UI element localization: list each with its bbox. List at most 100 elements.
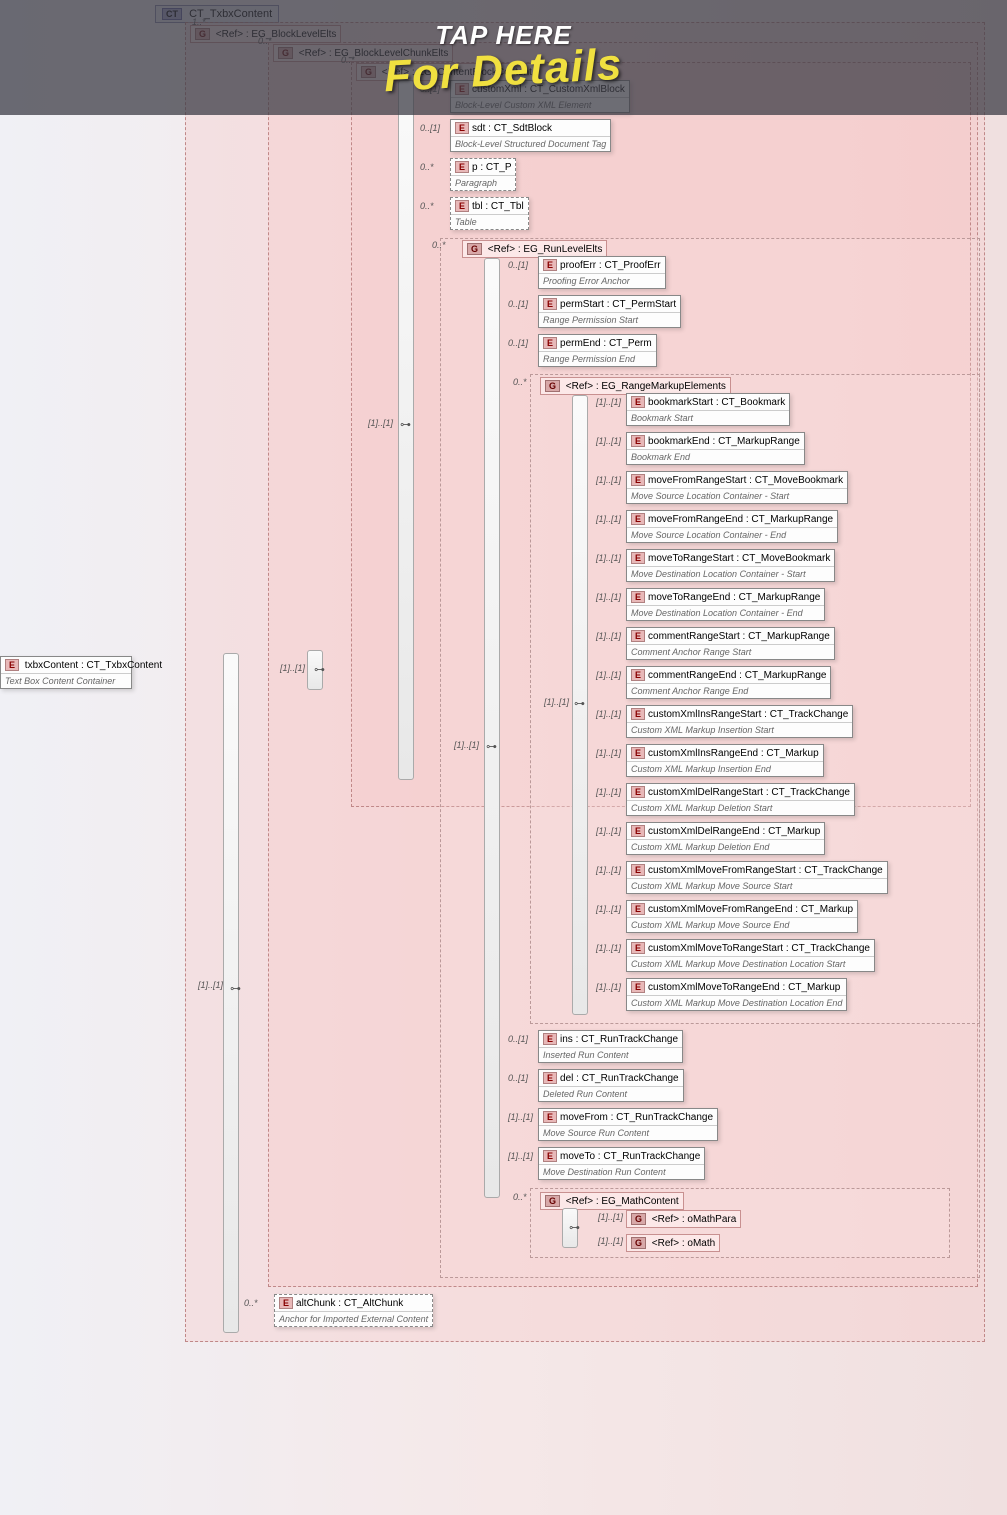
e-badge-icon: E: [279, 1297, 293, 1309]
element-ins[interactable]: Eins : CT_RunTrackChangeInserted Run Con…: [538, 1030, 683, 1063]
cardinality: [1]..[1]: [596, 397, 621, 407]
cardinality: [1]..[1]: [598, 1236, 623, 1246]
element-desc: Table: [451, 215, 528, 229]
element-type: CT_MoveBookmark: [742, 553, 830, 564]
txbxcontent-box[interactable]: E txbxContent : CT_TxbxContent Text Box …: [0, 656, 132, 689]
element-desc: Move Source Location Container - End: [627, 528, 837, 542]
element-bookmarkEnd[interactable]: EbookmarkEnd : CT_MarkupRangeBookmark En…: [626, 432, 805, 465]
cardinality: [1]..[1]: [596, 865, 621, 875]
e-badge-icon: E: [455, 122, 469, 134]
e-badge-icon: E: [543, 1150, 557, 1162]
cardinality: 0..[1]: [420, 123, 440, 133]
group-mathcontent[interactable]: G <Ref> : EG_MathContent: [540, 1192, 684, 1210]
element-type: CT_AltChunk: [344, 1298, 403, 1309]
element-moveFromRangeEnd[interactable]: EmoveFromRangeEnd : CT_MarkupRangeMove S…: [626, 510, 838, 543]
element-customXmlMoveFromRangeStart[interactable]: EcustomXmlMoveFromRangeStart : CT_TrackC…: [626, 861, 888, 894]
cardinality: [1]..[1]: [596, 709, 621, 719]
e-badge-icon: E: [631, 981, 645, 993]
element-desc: Range Permission End: [539, 352, 656, 366]
element-desc: Custom XML Markup Move Destination Locat…: [627, 957, 874, 971]
element-desc: Bookmark Start: [627, 411, 789, 425]
element-desc: Anchor for Imported External Content: [275, 1312, 432, 1326]
element-type: CT_Markup: [788, 982, 840, 993]
element-tbl[interactable]: Etbl : CT_TblTable: [450, 197, 529, 230]
element-bookmarkStart[interactable]: EbookmarkStart : CT_BookmarkBookmark Sta…: [626, 393, 790, 426]
group-ref-label: <Ref>: [299, 48, 326, 59]
cardinality: 1..*: [192, 17, 206, 27]
group-blocklevelchunkelts[interactable]: G <Ref> : EG_BlockLevelChunkElts: [273, 44, 453, 62]
element-permEnd[interactable]: EpermEnd : CT_PermRange Permission End: [538, 334, 657, 367]
element-desc: Move Source Run Content: [539, 1126, 717, 1140]
element-name: customXmlInsRangeEnd: [648, 748, 758, 759]
cardinality: [1]..[1]: [596, 904, 621, 914]
element-name: sdt: [472, 123, 485, 134]
cardinality: 0..[1]: [508, 260, 528, 270]
element-commentRangeEnd[interactable]: EcommentRangeEnd : CT_MarkupRangeComment…: [626, 666, 831, 699]
element-type: CT_RunTrackChange: [616, 1112, 713, 1123]
group-contentblockcontent[interactable]: G <Ref> : EG_ContentBlockContent: [356, 63, 537, 81]
group-ref-label: <Ref>: [652, 1214, 679, 1225]
element-name: customXmlMoveFromRangeStart: [648, 865, 796, 876]
element-proofErr[interactable]: EproofErr : CT_ProofErrProofing Error An…: [538, 256, 666, 289]
group-type: EG_RangeMarkupElements: [601, 381, 726, 392]
group-ref-label: <Ref>: [216, 29, 243, 40]
cardinality: [1]..[1]: [596, 787, 621, 797]
element-commentRangeStart[interactable]: EcommentRangeStart : CT_MarkupRangeComme…: [626, 627, 835, 660]
element-del[interactable]: Edel : CT_RunTrackChangeDeleted Run Cont…: [538, 1069, 684, 1102]
cardinality: [1]..[1]: [280, 663, 305, 673]
element-customXmlMoveFromRangeEnd[interactable]: EcustomXmlMoveFromRangeEnd : CT_MarkupCu…: [626, 900, 858, 933]
cardinality: [1]..[1]: [596, 436, 621, 446]
element-moveFrom[interactable]: EmoveFrom : CT_RunTrackChangeMove Source…: [538, 1108, 718, 1141]
cardinality: 0..*: [513, 1192, 527, 1202]
element-name: moveToRangeEnd: [648, 592, 730, 603]
element-moveToRangeStart[interactable]: EmoveToRangeStart : CT_MoveBookmarkMove …: [626, 549, 835, 582]
element-desc: Bookmark End: [627, 450, 804, 464]
element-name: moveTo: [560, 1151, 595, 1162]
element-customXml[interactable]: EcustomXml : CT_CustomXmlBlockBlock-Leve…: [450, 80, 630, 113]
element-type: CT_TrackChange: [804, 865, 883, 876]
element-name: altChunk: [296, 1298, 335, 1309]
element-desc: Custom XML Markup Deletion End: [627, 840, 824, 854]
element-name: moveFromRangeEnd: [648, 514, 743, 525]
group-type: oMathPara: [687, 1214, 736, 1225]
cardinality: 0..*: [258, 36, 272, 46]
element-sdt[interactable]: Esdt : CT_SdtBlockBlock-Level Structured…: [450, 119, 611, 152]
element-moveTo[interactable]: EmoveTo : CT_RunTrackChangeMove Destinat…: [538, 1147, 705, 1180]
element-desc: Block-Level Structured Document Tag: [451, 137, 610, 151]
element-permStart[interactable]: EpermStart : CT_PermStartRange Permissio…: [538, 295, 681, 328]
element-type: CT_MarkupRange: [751, 514, 833, 525]
element-type: CT_SdtBlock: [494, 123, 552, 134]
element-name: bookmarkEnd: [648, 436, 710, 447]
group-ref-label: <Ref>: [566, 1196, 593, 1207]
element-name: txbxContent: [25, 660, 78, 671]
element-altChunk[interactable]: EaltChunk : CT_AltChunkAnchor for Import…: [274, 1294, 433, 1327]
element-moveToRangeEnd[interactable]: EmoveToRangeEnd : CT_MarkupRangeMove Des…: [626, 588, 825, 621]
element-name: customXmlMoveToRangeEnd: [648, 982, 780, 993]
element-desc: Custom XML Markup Move Destination Locat…: [627, 996, 846, 1010]
group-omath[interactable]: G <Ref> : oMath: [626, 1234, 720, 1252]
group-omathpara[interactable]: G <Ref> : oMathPara: [626, 1210, 741, 1228]
e-badge-icon: E: [631, 669, 645, 681]
element-p[interactable]: Ep : CT_PParagraph: [450, 158, 516, 191]
element-customXmlMoveToRangeStart[interactable]: EcustomXmlMoveToRangeStart : CT_TrackCha…: [626, 939, 875, 972]
element-customXmlInsRangeEnd[interactable]: EcustomXmlInsRangeEnd : CT_MarkupCustom …: [626, 744, 824, 777]
complex-type-header[interactable]: CT CT_TxbxContent: [155, 5, 279, 23]
element-customXmlInsRangeStart[interactable]: EcustomXmlInsRangeStart : CT_TrackChange…: [626, 705, 853, 738]
element-type: CT_RunTrackChange: [582, 1073, 679, 1084]
cardinality: 0..[1]: [420, 84, 440, 94]
cardinality: [1]..[1]: [596, 982, 621, 992]
g-badge-icon: G: [631, 1213, 646, 1225]
e-badge-icon: E: [631, 435, 645, 447]
element-customXmlMoveToRangeEnd[interactable]: EcustomXmlMoveToRangeEnd : CT_MarkupCust…: [626, 978, 847, 1011]
element-customXmlDelRangeEnd[interactable]: EcustomXmlDelRangeEnd : CT_MarkupCustom …: [626, 822, 825, 855]
cardinality: 0..[1]: [508, 1034, 528, 1044]
choice-bar-4: [484, 258, 500, 1198]
cardinality: [1]..[1]: [596, 475, 621, 485]
e-badge-icon: E: [631, 903, 645, 915]
element-name: customXmlDelRangeEnd: [648, 826, 760, 837]
g-badge-icon: G: [467, 243, 482, 255]
element-moveFromRangeStart[interactable]: EmoveFromRangeStart : CT_MoveBookmarkMov…: [626, 471, 848, 504]
cardinality: 0..*: [420, 201, 434, 211]
cardinality: [1]..[1]: [596, 514, 621, 524]
element-customXmlDelRangeStart[interactable]: EcustomXmlDelRangeStart : CT_TrackChange…: [626, 783, 855, 816]
